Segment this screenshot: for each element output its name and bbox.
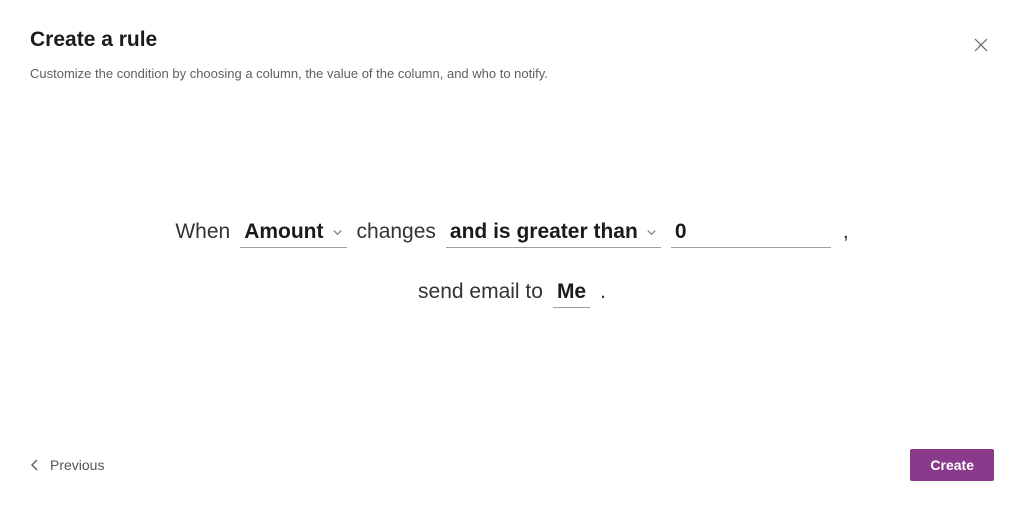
close-button[interactable] bbox=[974, 38, 992, 56]
dialog-header: Create a rule Customize the condition by… bbox=[0, 0, 1024, 93]
rule-line-2: send email to Me . bbox=[0, 280, 1024, 308]
previous-label: Previous bbox=[50, 457, 104, 473]
when-text: When bbox=[175, 220, 230, 244]
chevron-left-icon bbox=[30, 458, 40, 472]
previous-button[interactable]: Previous bbox=[30, 457, 104, 473]
condition-value: and is greater than bbox=[450, 220, 638, 244]
close-icon bbox=[974, 38, 988, 52]
chevron-down-icon bbox=[646, 227, 657, 238]
changes-text: changes bbox=[357, 220, 436, 244]
chevron-down-icon bbox=[332, 227, 343, 238]
dialog-subtitle: Customize the condition by choosing a co… bbox=[30, 66, 994, 81]
column-dropdown[interactable]: Amount bbox=[240, 220, 346, 248]
column-value: Amount bbox=[244, 220, 323, 244]
period-text: . bbox=[600, 280, 606, 304]
create-button[interactable]: Create bbox=[910, 449, 994, 481]
rule-sentence: When Amount changes and is greater than … bbox=[0, 220, 1024, 340]
condition-dropdown[interactable]: and is greater than bbox=[446, 220, 661, 248]
recipient-value: Me bbox=[557, 280, 586, 304]
recipient-dropdown[interactable]: Me bbox=[553, 280, 590, 308]
value-input[interactable]: 0 bbox=[671, 220, 831, 248]
dialog-footer: Previous Create bbox=[30, 449, 994, 481]
dialog-title: Create a rule bbox=[30, 28, 994, 52]
send-email-text: send email to bbox=[418, 280, 543, 304]
comma-text: , bbox=[843, 220, 849, 244]
rule-line-1: When Amount changes and is greater than … bbox=[0, 220, 1024, 248]
